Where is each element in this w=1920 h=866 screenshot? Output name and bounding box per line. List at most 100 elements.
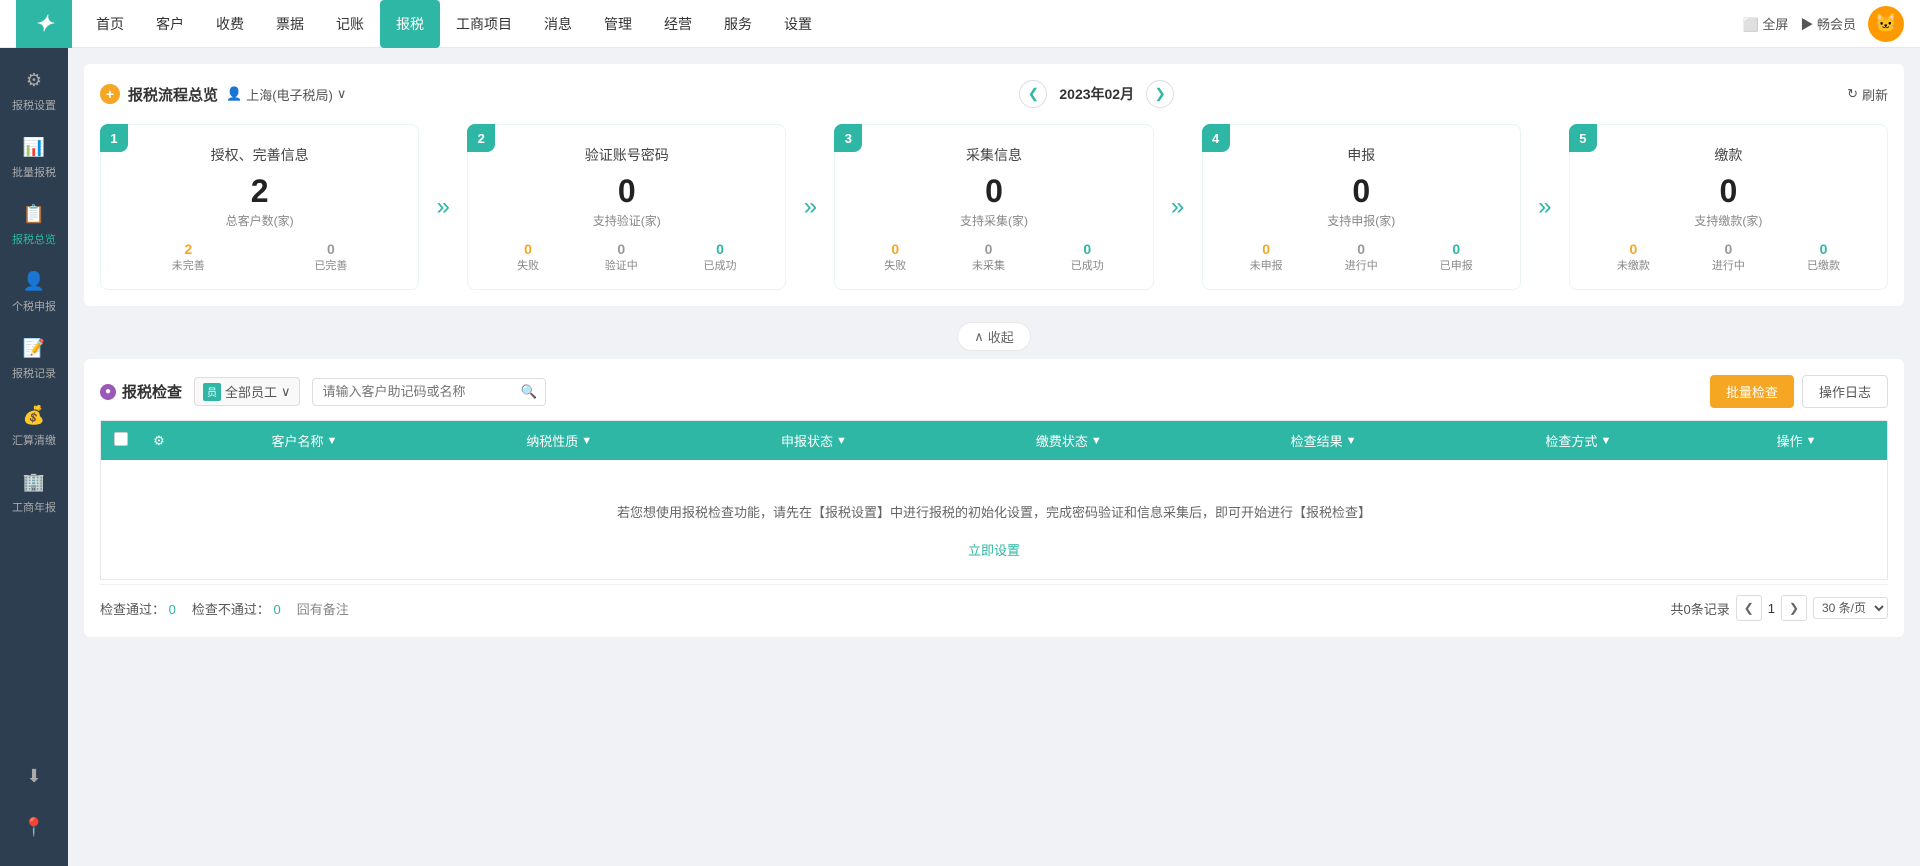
fullscreen-button[interactable]: ⬜ 全屏: [1743, 14, 1789, 33]
sidebar-label: 报税设置: [12, 97, 56, 113]
nav-item-管理[interactable]: 管理: [588, 0, 648, 48]
next-month-button[interactable]: ❯: [1146, 80, 1174, 108]
step-subtitle: 支持申报(家): [1219, 212, 1504, 229]
step-title: 申报: [1219, 145, 1504, 165]
select-all-checkbox[interactable]: [114, 432, 128, 446]
flow-header: + 报税流程总览 👤 上海(电子税局) ∨ ❮ 2023年02月 ❯ ↻ 刷新: [100, 80, 1888, 108]
stat-num: 0: [314, 241, 347, 257]
nav-item-客户[interactable]: 客户: [140, 0, 200, 48]
pass-count[interactable]: 0: [169, 602, 176, 617]
nav-item-票据[interactable]: 票据: [260, 0, 320, 48]
table-header-col: 申报状态 ▼: [687, 421, 942, 460]
sidebar-label: 批量报税: [12, 164, 56, 180]
flow-step-3: 4 申报 0 支持申报(家) 0 未申报 0 进行中 0 已申报: [1202, 124, 1521, 290]
next-page-button[interactable]: ❯: [1781, 595, 1807, 621]
stat-num: 0: [704, 241, 737, 257]
step-stats: 0 失败 0 未采集 0 已成功: [851, 241, 1136, 273]
stat-label: 未完善: [172, 257, 205, 273]
stat-item: 0 进行中: [1345, 241, 1378, 273]
setup-link[interactable]: 立即设置: [968, 543, 1020, 558]
stat-num: 0: [517, 241, 539, 257]
nav-item-收费[interactable]: 收费: [200, 0, 260, 48]
stat-num: 0: [605, 241, 638, 257]
prev-month-button[interactable]: ❮: [1019, 80, 1047, 108]
stat-label: 验证中: [605, 257, 638, 273]
gear-header[interactable]: ⚙: [141, 421, 177, 460]
stat-num: 0: [1712, 241, 1745, 257]
stat-num: 0: [1440, 241, 1473, 257]
step-number: 1: [100, 124, 128, 152]
sidebar-icon: 💰: [20, 401, 48, 429]
nav-item-服务[interactable]: 服务: [708, 0, 768, 48]
sidebar-bottom-item[interactable]: 📍: [16, 803, 52, 854]
nav-item-记账[interactable]: 记账: [320, 0, 380, 48]
staff-select[interactable]: 员 全部员工 ∨: [194, 377, 300, 406]
flow-panel: + 报税流程总览 👤 上海(电子税局) ∨ ❮ 2023年02月 ❯ ↻ 刷新 …: [84, 64, 1904, 306]
step-number: 4: [1202, 124, 1230, 152]
sidebar-icon: 📋: [20, 200, 48, 228]
sidebar-item-汇算清缴[interactable]: 💰 汇算清缴: [0, 391, 68, 458]
purple-icon: ●: [100, 384, 116, 400]
sidebar-item-报税设置[interactable]: ⚙ 报税设置: [0, 56, 68, 123]
vip-button[interactable]: ▶ 畅会员: [1800, 14, 1856, 33]
staff-icon: 员: [203, 383, 221, 401]
check-header: ● 报税检查 员 全部员工 ∨ 🔍 批量检查 操作日志: [100, 375, 1888, 408]
main-content: + 报税流程总览 👤 上海(电子税局) ∨ ❮ 2023年02月 ❯ ↻ 刷新 …: [68, 48, 1920, 866]
page-size-select[interactable]: 30 条/页: [1813, 597, 1888, 619]
stat-num: 2: [172, 241, 205, 257]
step-subtitle: 支持缴款(家): [1586, 212, 1871, 229]
sidebar-label: 工商年报: [12, 499, 56, 515]
stat-item: 0 未申报: [1250, 241, 1283, 273]
flow-title: 报税流程总览: [128, 84, 218, 105]
nav-item-首页[interactable]: 首页: [80, 0, 140, 48]
flow-arrow: »: [1154, 124, 1202, 290]
fail-label: 检查不通过： 0: [192, 599, 281, 618]
flow-title-left: + 报税流程总览 👤 上海(电子税局) ∨: [100, 84, 346, 105]
sidebar-icon: 📊: [20, 133, 48, 161]
stat-item: 0 已完善: [314, 241, 347, 273]
check-actions: 批量检查 操作日志: [1710, 375, 1888, 408]
prev-page-button[interactable]: ❮: [1736, 595, 1762, 621]
table-body: 若您想使用报税检查功能，请先在【报税设置】中进行报税的初始化设置，完成密码验证和…: [101, 460, 1887, 580]
table-footer: 检查通过： 0 检查不通过： 0 囧有备注 共0条记录 ❮ 1 ❯ 30 条/页: [100, 584, 1888, 621]
pagination: 共0条记录 ❮ 1 ❯ 30 条/页: [1671, 595, 1888, 621]
sidebar-item-批量报税[interactable]: 📊 批量报税: [0, 123, 68, 190]
check-panel: ● 报税检查 员 全部员工 ∨ 🔍 批量检查 操作日志: [84, 359, 1904, 637]
operation-log-button[interactable]: 操作日志: [1802, 375, 1888, 408]
nav-item-经营[interactable]: 经营: [648, 0, 708, 48]
step-stats: 0 未申报 0 进行中 0 已申报: [1219, 241, 1504, 273]
nav-item-设置[interactable]: 设置: [768, 0, 828, 48]
step-count: 0: [1586, 173, 1871, 210]
sidebar-item-报税总览[interactable]: 📋 报税总览: [0, 190, 68, 257]
location-tag[interactable]: 👤 上海(电子税局) ∨: [226, 85, 346, 104]
select-all-header[interactable]: [101, 421, 141, 460]
step-stats: 2 未完善 0 已完善: [117, 241, 402, 273]
sidebar-item-报税记录[interactable]: 📝 报税记录: [0, 324, 68, 391]
table-header-col: 纳税性质 ▼: [432, 421, 687, 460]
step-number: 2: [467, 124, 495, 152]
has-note-label: 囧有备注: [297, 599, 349, 618]
stat-item: 0 进行中: [1712, 241, 1745, 273]
batch-check-button[interactable]: 批量检查: [1710, 375, 1794, 408]
nav-item-消息[interactable]: 消息: [528, 0, 588, 48]
sidebar-item-工商年报[interactable]: 🏢 工商年报: [0, 458, 68, 525]
sidebar-bottom-item[interactable]: ⬇: [16, 752, 52, 803]
fail-count[interactable]: 0: [274, 602, 281, 617]
stat-item: 0 验证中: [605, 241, 638, 273]
stat-item: 0 未缴款: [1617, 241, 1650, 273]
stat-item: 0 失败: [884, 241, 906, 273]
stat-label: 失败: [517, 257, 539, 273]
step-number: 3: [834, 124, 862, 152]
nav-item-工商项目[interactable]: 工商项目: [440, 0, 528, 48]
sidebar-item-个税申报[interactable]: 👤 个税申报: [0, 257, 68, 324]
search-button[interactable]: 🔍: [513, 379, 546, 405]
stat-label: 已完善: [314, 257, 347, 273]
search-input[interactable]: [313, 379, 513, 404]
table-header-col: 客户名称 ▼: [177, 421, 432, 460]
collapse-button[interactable]: ∧ 收起: [957, 322, 1031, 351]
flow-arrow: »: [419, 124, 467, 290]
refresh-button[interactable]: ↻ 刷新: [1847, 85, 1888, 104]
stat-label: 进行中: [1345, 257, 1378, 273]
step-subtitle: 总客户数(家): [117, 212, 402, 229]
nav-item-报税[interactable]: 报税: [380, 0, 440, 48]
